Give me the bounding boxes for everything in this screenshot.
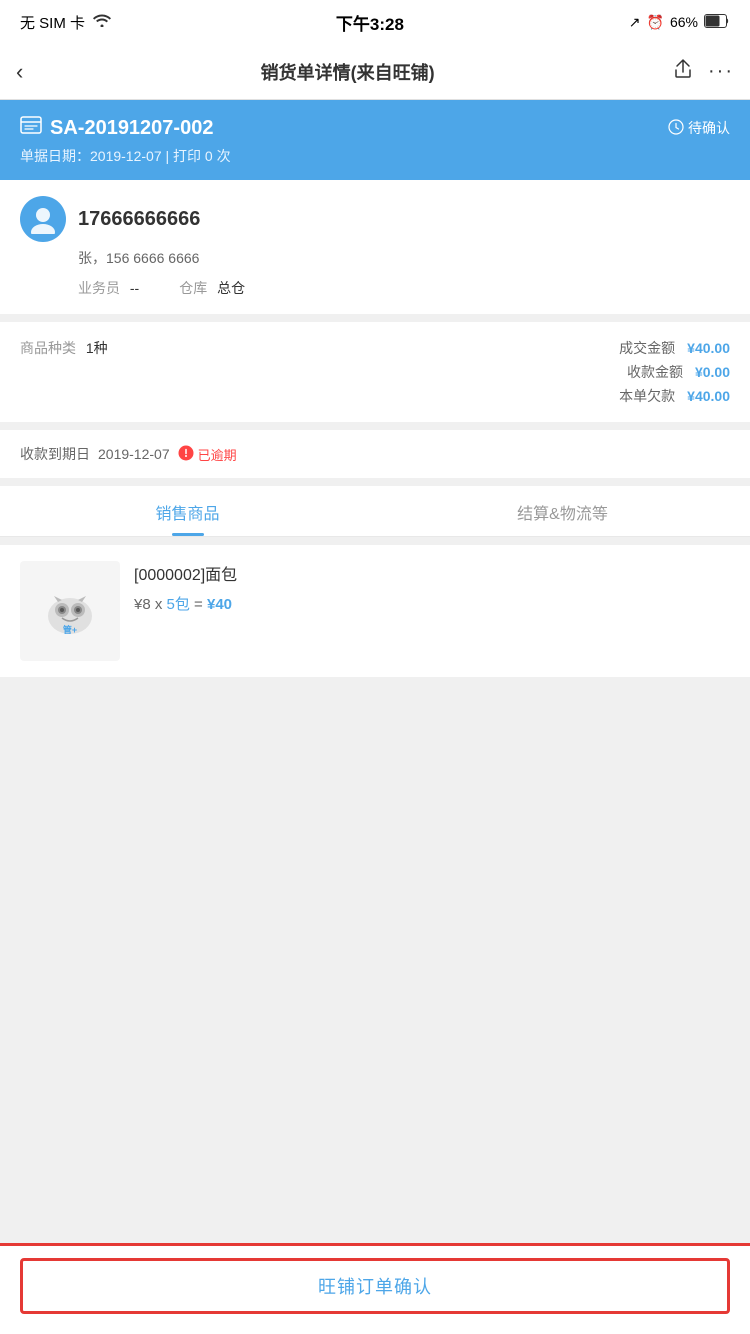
due-section: 收款到期日 2019-12-07 已逾期	[0, 430, 750, 486]
salesperson-meta: 业务员 --	[78, 278, 139, 298]
content-area	[0, 677, 750, 937]
summary-row: 商品种类 1种 成交金额 ¥40.00 收款金额 ¥0.00 本单欠款 ¥40.…	[20, 338, 730, 406]
location-icon: ↗	[629, 14, 641, 31]
page-title: 销货单详情(来自旺铺)	[261, 59, 435, 85]
warehouse-value: 总仓	[217, 280, 245, 296]
status-left: 无 SIM 卡	[20, 12, 111, 33]
product-info: [0000002]面包 ¥8 x 5包 = ¥40	[134, 561, 730, 614]
avatar	[20, 196, 66, 242]
battery-icon	[704, 14, 730, 31]
sim-status: 无 SIM 卡	[20, 12, 85, 33]
customer-meta: 业务员 -- 仓库 总仓	[78, 278, 730, 298]
warehouse-meta: 仓库 总仓	[179, 278, 245, 298]
tab-sales-product[interactable]: 销售商品	[0, 486, 375, 536]
back-button[interactable]: ‹	[16, 59, 23, 85]
svg-text:管+: 管+	[63, 624, 77, 635]
customer-name-phone: 张，156 6666 6666	[78, 248, 730, 268]
customer-section: 17666666666 张，156 6666 6666 业务员 -- 仓库 总仓	[0, 180, 750, 322]
transaction-row: 成交金额 ¥40.00	[619, 338, 730, 358]
due-date: 2019-12-07	[98, 446, 170, 462]
share-button[interactable]	[672, 58, 694, 86]
nav-bar: ‹ 销货单详情(来自旺铺) ···	[0, 44, 750, 100]
transaction-value: ¥40.00	[687, 340, 730, 356]
received-value: ¥0.00	[695, 364, 730, 380]
order-date: 单据日期：2019-12-07 | 打印 0 次	[20, 146, 730, 166]
product-section: 管+ [0000002]面包 ¥8 x 5包 = ¥40	[0, 545, 750, 677]
status-right: ↗ ⏰ 66%	[629, 14, 730, 31]
summary-left: 商品种类 1种	[20, 338, 108, 358]
customer-row: 17666666666	[20, 196, 730, 242]
received-row: 收款金额 ¥0.00	[627, 362, 730, 382]
salesperson-value: --	[130, 280, 139, 296]
clock-icon	[668, 119, 684, 138]
product-item: 管+ [0000002]面包 ¥8 x 5包 = ¥40	[20, 561, 730, 661]
order-status: 待确认	[668, 118, 730, 138]
product-price: ¥8 x 5包 = ¥40	[134, 593, 730, 614]
product-total: ¥40	[207, 596, 232, 613]
summary-right: 成交金额 ¥40.00 收款金额 ¥0.00 本单欠款 ¥40.00	[619, 338, 730, 406]
nav-right: ···	[672, 58, 734, 86]
order-icon	[20, 116, 42, 140]
tabs: 销售商品 结算&物流等	[0, 486, 750, 537]
order-header: SA-20191207-002 待确认 单据日期：2019-12-07 | 打印…	[0, 100, 750, 180]
product-qty: 5包	[167, 596, 190, 613]
customer-phone: 17666666666	[78, 208, 200, 231]
owed-value: ¥40.00	[687, 388, 730, 404]
transaction-label: 成交金额	[619, 338, 675, 358]
summary-section: 商品种类 1种 成交金额 ¥40.00 收款金额 ¥0.00 本单欠款 ¥40.…	[0, 322, 750, 430]
battery-level: 66%	[670, 14, 698, 30]
owed-row: 本单欠款 ¥40.00	[619, 386, 730, 406]
status-bar: 无 SIM 卡 下午3:28 ↗ ⏰ 66%	[0, 0, 750, 44]
product-type-value: 1种	[86, 340, 108, 356]
nav-left: ‹	[16, 59, 23, 85]
status-time: 下午3:28	[336, 10, 404, 35]
order-id: SA-20191207-002	[20, 116, 213, 140]
more-button[interactable]: ···	[708, 60, 734, 83]
wifi-icon	[93, 13, 111, 31]
warning-icon	[178, 445, 194, 464]
due-label: 收款到期日	[20, 444, 90, 464]
equals-sign: =	[190, 596, 207, 613]
bottom-bar: 旺铺订单确认	[0, 1243, 750, 1334]
product-image: 管+	[20, 561, 120, 661]
product-type-label: 商品种类	[20, 340, 76, 356]
warehouse-label: 仓库	[179, 280, 207, 296]
order-header-top: SA-20191207-002 待确认	[20, 116, 730, 140]
confirm-button[interactable]: 旺铺订单确认	[20, 1258, 730, 1314]
salesperson-label: 业务员	[78, 280, 120, 296]
overdue-badge: 已逾期	[178, 445, 237, 464]
product-name: [0000002]面包	[134, 561, 730, 585]
tab-settlement[interactable]: 结算&物流等	[375, 486, 750, 536]
price-prefix: ¥8 x	[134, 596, 167, 613]
alarm-icon: ⏰	[647, 14, 664, 31]
received-label: 收款金额	[627, 362, 683, 382]
owed-label: 本单欠款	[619, 386, 675, 406]
